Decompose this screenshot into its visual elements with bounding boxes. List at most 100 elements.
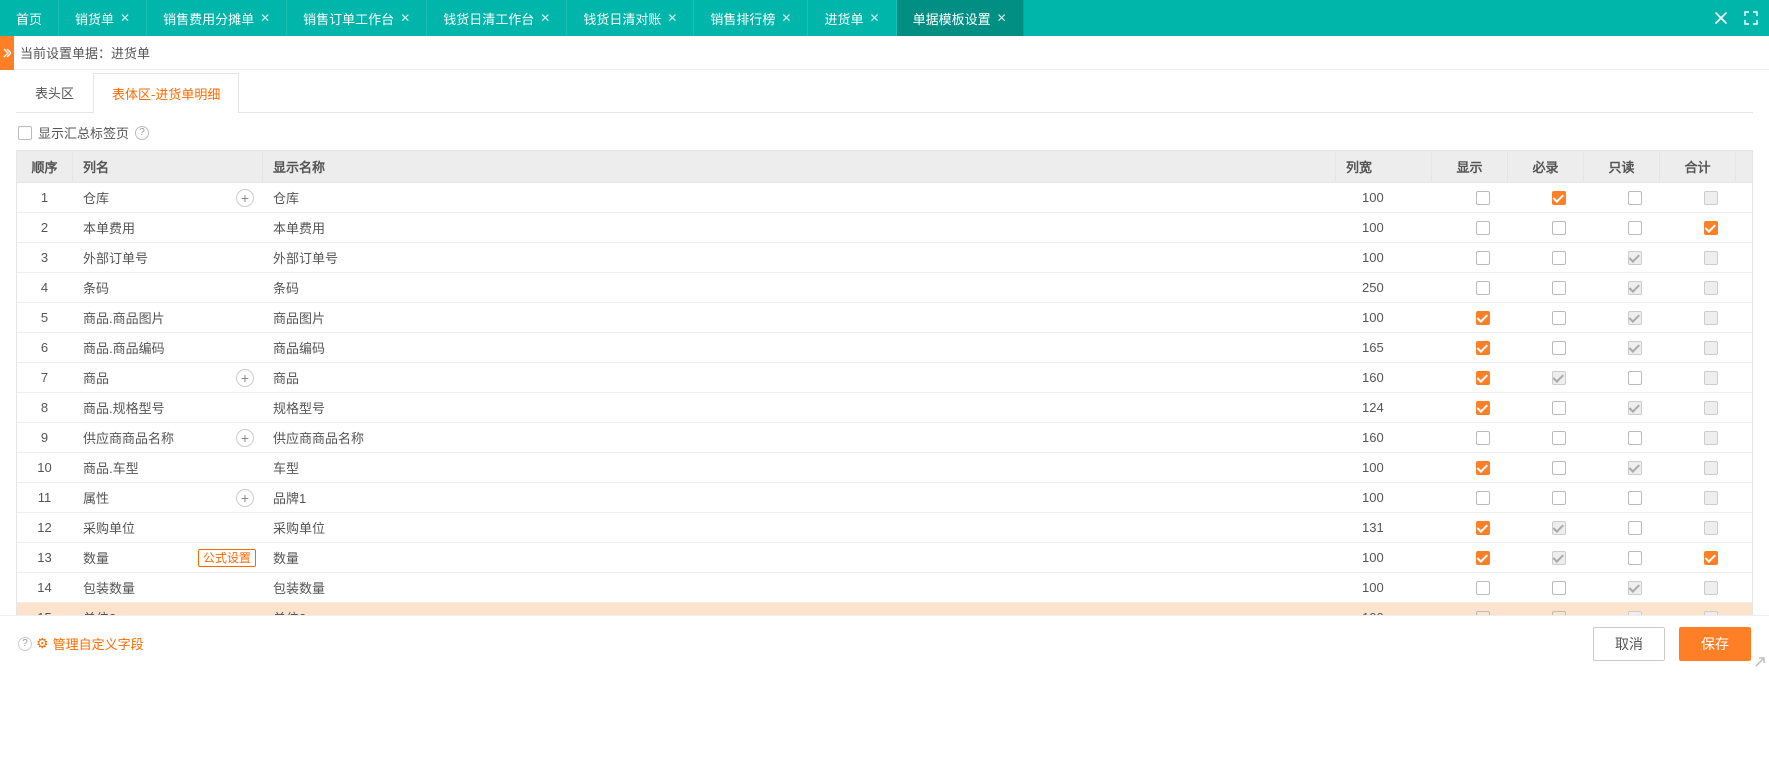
required-checkbox[interactable] <box>1552 401 1566 415</box>
close-icon[interactable]: ✕ <box>781 11 791 25</box>
add-column-button[interactable]: + <box>236 429 254 447</box>
cell-width[interactable]: 131 <box>1352 513 1448 542</box>
expand-corner-icon[interactable] <box>1753 655 1767 669</box>
sum-checkbox[interactable] <box>1704 221 1718 235</box>
table-row[interactable]: 10商品.车型车型100 <box>17 453 1752 483</box>
cell-display-name[interactable]: 包装数量 <box>263 573 1352 602</box>
required-checkbox[interactable] <box>1552 281 1566 295</box>
help-icon[interactable]: ? <box>135 126 149 140</box>
cell-display-name[interactable]: 车型 <box>263 453 1352 482</box>
readonly-checkbox[interactable] <box>1628 551 1642 565</box>
table-row[interactable]: 8商品.规格型号规格型号124 <box>17 393 1752 423</box>
show-checkbox[interactable] <box>1476 431 1490 445</box>
section-tab[interactable]: 表体区-进货单明细 <box>93 73 239 113</box>
cell-width[interactable]: 100 <box>1352 303 1448 332</box>
cell-display-name[interactable]: 单位2 <box>263 603 1352 615</box>
top-tab[interactable]: 钱货日清工作台✕ <box>427 0 567 36</box>
cancel-button[interactable]: 取消 <box>1593 627 1665 661</box>
close-icon[interactable]: ✕ <box>540 11 550 25</box>
table-row[interactable]: 4条码条码250 <box>17 273 1752 303</box>
top-tab[interactable]: 销售订单工作台✕ <box>287 0 427 36</box>
cell-width[interactable]: 100 <box>1352 543 1448 572</box>
required-checkbox[interactable] <box>1552 581 1566 595</box>
fullscreen-icon[interactable] <box>1737 4 1765 32</box>
close-icon[interactable]: ✕ <box>120 11 130 25</box>
table-row[interactable]: 6商品.商品编码商品编码165 <box>17 333 1752 363</box>
show-checkbox[interactable] <box>1476 191 1490 205</box>
table-row[interactable]: 15单位2单位2100 <box>17 603 1752 615</box>
cell-width[interactable]: 250 <box>1352 273 1448 302</box>
readonly-checkbox[interactable] <box>1628 191 1642 205</box>
close-icon[interactable]: ✕ <box>870 11 880 25</box>
required-checkbox[interactable] <box>1552 221 1566 235</box>
show-checkbox[interactable] <box>1476 311 1490 325</box>
cell-display-name[interactable]: 条码 <box>263 273 1352 302</box>
cell-width[interactable]: 100 <box>1352 243 1448 272</box>
cell-width[interactable]: 100 <box>1352 183 1448 212</box>
table-row[interactable]: 13数量公式设置数量100 <box>17 543 1752 573</box>
formula-setting-button[interactable]: 公式设置 <box>198 549 256 567</box>
show-summary-tab-checkbox[interactable] <box>18 126 32 140</box>
table-row[interactable]: 3外部订单号外部订单号100 <box>17 243 1752 273</box>
cell-width[interactable]: 124 <box>1352 393 1448 422</box>
close-icon[interactable]: ✕ <box>400 11 410 25</box>
show-checkbox[interactable] <box>1476 521 1490 535</box>
show-checkbox[interactable] <box>1476 251 1490 265</box>
top-tab[interactable]: 销货单✕ <box>59 0 147 36</box>
top-tab[interactable]: 钱货日清对账✕ <box>567 0 694 36</box>
show-checkbox[interactable] <box>1476 401 1490 415</box>
required-checkbox[interactable] <box>1552 461 1566 475</box>
section-tab[interactable]: 表头区 <box>16 72 93 112</box>
table-row[interactable]: 9供应商商品名称+供应商商品名称160 <box>17 423 1752 453</box>
readonly-checkbox[interactable] <box>1628 491 1642 505</box>
readonly-checkbox[interactable] <box>1628 431 1642 445</box>
grid-body[interactable]: 1仓库+仓库1002本单费用本单费用1003外部订单号外部订单号1004条码条码… <box>17 183 1752 615</box>
required-checkbox[interactable] <box>1552 431 1566 445</box>
table-row[interactable]: 2本单费用本单费用100 <box>17 213 1752 243</box>
required-checkbox[interactable] <box>1552 491 1566 505</box>
table-row[interactable]: 7商品+商品160 <box>17 363 1752 393</box>
show-checkbox[interactable] <box>1476 461 1490 475</box>
required-checkbox[interactable] <box>1552 311 1566 325</box>
cell-width[interactable]: 160 <box>1352 363 1448 392</box>
readonly-checkbox[interactable] <box>1628 221 1642 235</box>
top-tab[interactable]: 首页 <box>0 0 59 36</box>
table-row[interactable]: 12采购单位采购单位131 <box>17 513 1752 543</box>
readonly-checkbox[interactable] <box>1628 521 1642 535</box>
cell-display-name[interactable]: 规格型号 <box>263 393 1352 422</box>
cell-display-name[interactable]: 数量 <box>263 543 1352 572</box>
cell-width[interactable]: 100 <box>1352 573 1448 602</box>
cell-display-name[interactable]: 采购单位 <box>263 513 1352 542</box>
cell-display-name[interactable]: 供应商商品名称 <box>263 423 1352 452</box>
cell-width[interactable]: 100 <box>1352 213 1448 242</box>
cell-width[interactable]: 100 <box>1352 483 1448 512</box>
cell-display-name[interactable]: 品牌1 <box>263 483 1352 512</box>
cell-width[interactable]: 100 <box>1352 603 1448 615</box>
top-tab[interactable]: 销售费用分摊单✕ <box>147 0 287 36</box>
table-row[interactable]: 5商品.商品图片商品图片100 <box>17 303 1752 333</box>
readonly-checkbox[interactable] <box>1628 371 1642 385</box>
show-checkbox[interactable] <box>1476 341 1490 355</box>
required-checkbox[interactable] <box>1552 251 1566 265</box>
table-row[interactable]: 1仓库+仓库100 <box>17 183 1752 213</box>
show-checkbox[interactable] <box>1476 221 1490 235</box>
add-column-button[interactable]: + <box>236 189 254 207</box>
cell-width[interactable]: 100 <box>1352 453 1448 482</box>
save-button[interactable]: 保存 <box>1679 627 1751 661</box>
top-tab[interactable]: 销售排行榜✕ <box>694 0 808 36</box>
show-checkbox[interactable] <box>1476 581 1490 595</box>
cell-display-name[interactable]: 仓库 <box>263 183 1352 212</box>
cell-width[interactable]: 165 <box>1352 333 1448 362</box>
show-checkbox[interactable] <box>1476 551 1490 565</box>
add-column-button[interactable]: + <box>236 369 254 387</box>
required-checkbox[interactable] <box>1552 191 1566 205</box>
cell-display-name[interactable]: 外部订单号 <box>263 243 1352 272</box>
close-icon[interactable]: ✕ <box>997 11 1007 25</box>
table-row[interactable]: 11属性+品牌1100 <box>17 483 1752 513</box>
manage-custom-fields-link[interactable]: ? ⚙ 管理自定义字段 <box>18 634 144 653</box>
sidebar-expand-handle[interactable] <box>0 36 14 70</box>
close-icon[interactable]: ✕ <box>260 11 270 25</box>
cell-display-name[interactable]: 商品 <box>263 363 1352 392</box>
required-checkbox[interactable] <box>1552 341 1566 355</box>
top-tab[interactable]: 进货单✕ <box>808 0 896 36</box>
